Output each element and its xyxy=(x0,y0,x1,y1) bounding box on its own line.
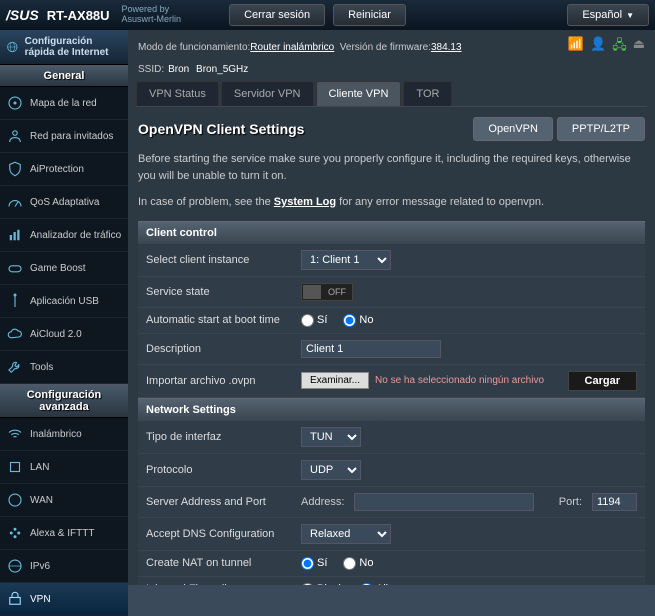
nav-alexa[interactable]: Alexa & IFTTT xyxy=(0,517,128,550)
language-select[interactable]: Español▼ xyxy=(567,4,649,26)
desc-text-2: In case of problem, see the System Log f… xyxy=(138,194,645,211)
chart-icon xyxy=(6,226,24,244)
desc-text: Before starting the service make sure yo… xyxy=(138,151,645,184)
proto-select[interactable]: UDP xyxy=(301,460,361,480)
autoboot-no[interactable] xyxy=(343,314,356,327)
section-advanced: Configuración avanzada xyxy=(0,384,128,418)
fw-link[interactable]: 384.13 xyxy=(431,42,462,53)
openvpn-mode-button[interactable]: OpenVPN xyxy=(473,117,553,141)
dns-select[interactable]: Relaxed xyxy=(301,524,391,544)
nav-guest[interactable]: Red para invitados xyxy=(0,120,128,153)
model-name: RT-AX88U xyxy=(47,8,110,23)
guest-icon xyxy=(6,127,24,145)
lan-icon xyxy=(6,458,24,476)
dots-icon xyxy=(6,524,24,542)
nav-tools[interactable]: Tools xyxy=(0,351,128,384)
nav-qos[interactable]: QoS Adaptativa xyxy=(0,186,128,219)
gauge-icon xyxy=(6,193,24,211)
sidebar: Configuración rápida de Internet General… xyxy=(0,30,128,585)
globe-icon xyxy=(6,37,19,57)
wrench-icon xyxy=(6,358,24,376)
section-general: General xyxy=(0,65,128,87)
ipv6-icon xyxy=(6,557,24,575)
nav-traffic[interactable]: Analizador de tráfico xyxy=(0,219,128,252)
tab-vpn-client[interactable]: Cliente VPN xyxy=(316,81,402,106)
pptp-mode-button[interactable]: PPTP/L2TP xyxy=(557,117,645,141)
wifi-icon xyxy=(6,425,24,443)
service-state-toggle[interactable]: OFF xyxy=(301,283,353,301)
main-content: Modo de funcionamiento: Router inalámbri… xyxy=(128,30,655,585)
tab-tor[interactable]: TOR xyxy=(403,81,452,106)
usb-status-icon[interactable]: ⏏ xyxy=(633,36,645,58)
logout-button[interactable]: Cerrar sesión xyxy=(229,4,325,26)
tab-vpn-server[interactable]: Servidor VPN xyxy=(221,81,314,106)
nat-yes[interactable] xyxy=(301,557,314,570)
port-input[interactable] xyxy=(592,493,637,511)
nav-lan[interactable]: LAN xyxy=(0,451,128,484)
nav-gameboost[interactable]: Game Boost xyxy=(0,252,128,285)
description-input[interactable] xyxy=(301,340,441,358)
shield-icon xyxy=(6,160,24,178)
nav-network-map[interactable]: Mapa de la red xyxy=(0,87,128,120)
vpn-icon xyxy=(6,590,24,608)
autoboot-yes[interactable] xyxy=(301,314,314,327)
powered-by: Powered by Asuswrt-Merlin xyxy=(122,5,182,25)
page-title: OpenVPN Client Settings xyxy=(138,121,304,137)
upload-button[interactable]: Cargar xyxy=(568,371,637,391)
map-icon xyxy=(6,94,24,112)
nat-no[interactable] xyxy=(343,557,356,570)
nav-wan[interactable]: WAN xyxy=(0,484,128,517)
no-file-text: No se ha seleccionado ningún archivo xyxy=(375,375,544,386)
nav-wireless[interactable]: Inalámbrico xyxy=(0,418,128,451)
tab-vpn-status[interactable]: VPN Status xyxy=(136,81,219,106)
op-mode-link[interactable]: Router inalámbrico xyxy=(250,42,334,53)
wifi-status-icon[interactable]: 📶 xyxy=(568,36,584,58)
browse-button[interactable]: Examinar... xyxy=(301,372,369,389)
section-network: Network Settings xyxy=(138,398,645,421)
section-client-control: Client control xyxy=(138,221,645,244)
brand-logo: /SUS xyxy=(6,7,39,23)
nav-ipv6[interactable]: IPv6 xyxy=(0,550,128,583)
usb-icon xyxy=(6,292,24,310)
qis-button[interactable]: Configuración rápida de Internet xyxy=(0,30,128,65)
client-instance-select[interactable]: 1: Client 1 xyxy=(301,250,391,270)
address-input[interactable] xyxy=(354,493,534,511)
cloud-icon xyxy=(6,325,24,343)
nav-aicloud[interactable]: AiCloud 2.0 xyxy=(0,318,128,351)
gamepad-icon xyxy=(6,259,24,277)
system-log-link[interactable]: System Log xyxy=(274,196,336,208)
nav-vpn[interactable]: VPN xyxy=(0,583,128,616)
iface-select[interactable]: TUN xyxy=(301,427,361,447)
nav-usb[interactable]: Aplicación USB xyxy=(0,285,128,318)
wan-icon xyxy=(6,491,24,509)
link-status-icon[interactable]: 🖧 xyxy=(612,36,627,58)
user-status-icon[interactable]: 👤 xyxy=(590,36,606,58)
nav-aiprotection[interactable]: AiProtection xyxy=(0,153,128,186)
reboot-button[interactable]: Reiniciar xyxy=(333,4,406,26)
